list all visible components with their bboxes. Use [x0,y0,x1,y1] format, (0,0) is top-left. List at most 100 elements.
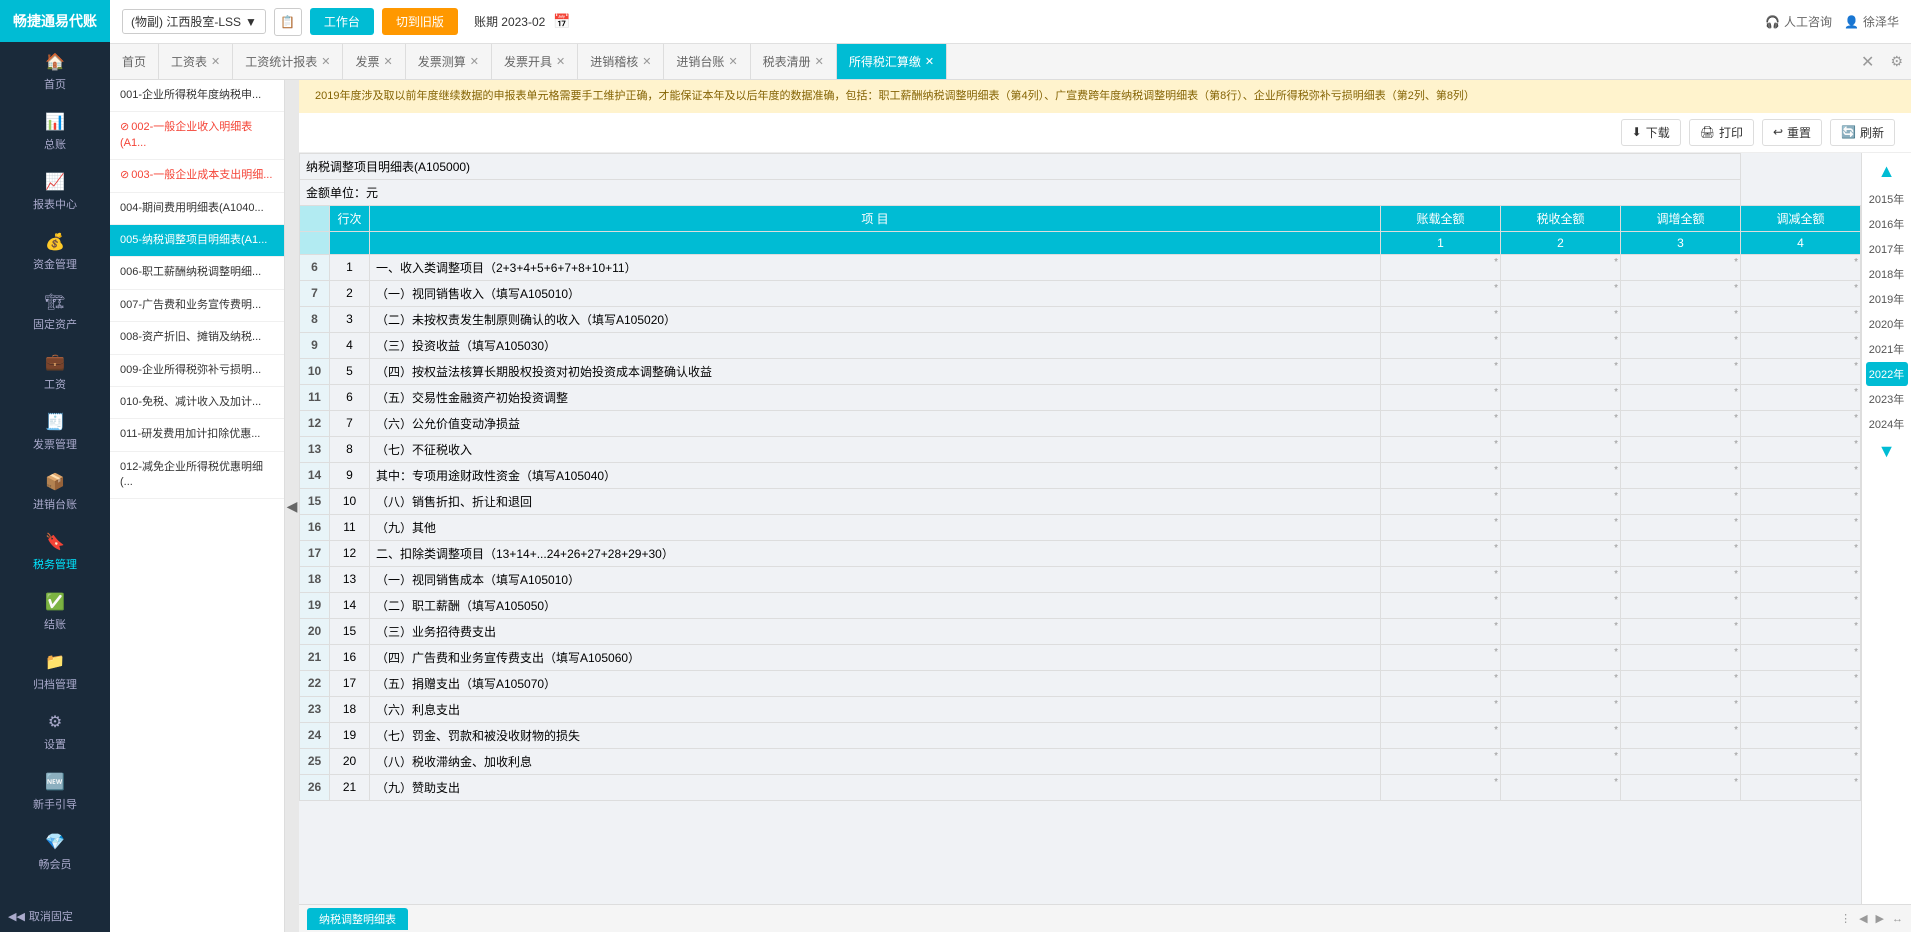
year-up[interactable]: ▲ [1874,157,1900,186]
refresh-button[interactable]: 🔄 刷新 [1830,119,1895,146]
row-col-e[interactable] [1621,774,1741,800]
tab-0[interactable]: 首页 [110,44,159,80]
row-col-d[interactable] [1501,540,1621,566]
row-col-d[interactable] [1501,748,1621,774]
row-col-c[interactable] [1381,722,1501,748]
row-col-c[interactable] [1381,514,1501,540]
tab-close-2[interactable]: ✕ [321,55,330,68]
row-col-e[interactable] [1621,436,1741,462]
row-item-name[interactable]: （八）税收滞纳金、加收利息 [370,748,1381,774]
row-item-name[interactable]: 二、扣除类调整项目（13+14+...24+26+27+28+29+30） [370,540,1381,566]
row-col-d[interactable] [1501,436,1621,462]
row-col-f[interactable] [1741,384,1861,410]
row-item-name[interactable]: （九）赞助支出 [370,774,1381,800]
sidebar-item-close[interactable]: ✅结账 [0,582,110,642]
row-item-name[interactable]: （二）未按权责发生制原则确认的收入（填写A105020） [370,306,1381,332]
collapse-handle[interactable]: ◀ [285,80,299,932]
year-2023年[interactable]: 2023年 [1866,387,1908,411]
row-col-c[interactable] [1381,488,1501,514]
row-col-d[interactable] [1501,410,1621,436]
row-item-name[interactable]: （三）投资收益（填写A105030） [370,332,1381,358]
row-col-e[interactable] [1621,722,1741,748]
row-col-f[interactable] [1741,514,1861,540]
row-col-f[interactable] [1741,696,1861,722]
tab-4[interactable]: 发票测算 ✕ [406,44,492,80]
row-col-f[interactable] [1741,358,1861,384]
sidebar-unpin[interactable]: ◀◀ 取消固定 [0,900,110,932]
row-col-c[interactable] [1381,670,1501,696]
year-2020年[interactable]: 2020年 [1866,312,1908,336]
row-col-f[interactable] [1741,566,1861,592]
row-item-name[interactable]: 其中：专项用途财政性资金（填写A105040） [370,462,1381,488]
row-col-e[interactable] [1621,670,1741,696]
row-col-d[interactable] [1501,644,1621,670]
row-item-name[interactable]: （一）视同销售收入（填写A105010） [370,280,1381,306]
row-col-c[interactable] [1381,410,1501,436]
row-col-c[interactable] [1381,540,1501,566]
row-item-name[interactable]: （五）交易性金融资产初始投资调整 [370,384,1381,410]
row-col-d[interactable] [1501,774,1621,800]
year-2015年[interactable]: 2015年 [1866,187,1908,211]
row-col-e[interactable] [1621,696,1741,722]
tab-close-1[interactable]: ✕ [211,55,220,68]
year-2019年[interactable]: 2019年 [1866,287,1908,311]
row-col-f[interactable] [1741,280,1861,306]
form-list-item-012[interactable]: 012-减免企业所得税优惠明细(... [110,452,284,500]
sidebar-item-purchase[interactable]: 📦进销台账 [0,462,110,522]
row-item-name[interactable]: （三）业务招待费支出 [370,618,1381,644]
sidebar-item-ledger[interactable]: 📊总账 [0,102,110,162]
sidebar-item-archive[interactable]: 📁归档管理 [0,642,110,702]
row-col-f[interactable] [1741,540,1861,566]
row-col-e[interactable] [1621,592,1741,618]
row-col-e[interactable] [1621,462,1741,488]
form-list-item-005[interactable]: 005-纳税调整项目明细表(A1... [110,225,284,257]
row-col-f[interactable] [1741,488,1861,514]
row-col-e[interactable] [1621,514,1741,540]
row-col-c[interactable] [1381,462,1501,488]
row-col-f[interactable] [1741,436,1861,462]
row-col-e[interactable] [1621,306,1741,332]
reset-button[interactable]: ↩ 重置 [1762,119,1822,146]
row-col-f[interactable] [1741,592,1861,618]
row-col-f[interactable] [1741,306,1861,332]
row-item-name[interactable]: （四）按权益法核算长期股权投资对初始投资成本调整确认收益 [370,358,1381,384]
year-2018年[interactable]: 2018年 [1866,262,1908,286]
oldver-button[interactable]: 切到旧版 [382,8,458,35]
sidebar-item-settings[interactable]: ⚙设置 [0,702,110,762]
tab-3[interactable]: 发票 ✕ [343,44,405,80]
row-col-d[interactable] [1501,592,1621,618]
sidebar-item-salary[interactable]: 💼工资 [0,342,110,402]
form-list-item-002[interactable]: ⊘002-一般企业收入明细表(A1... [110,112,284,160]
row-col-d[interactable] [1501,306,1621,332]
row-item-name[interactable]: （七）罚金、罚款和被没收财物的损失 [370,722,1381,748]
sidebar-item-home[interactable]: 🏠首页 [0,42,110,102]
year-2021年[interactable]: 2021年 [1866,337,1908,361]
row-col-d[interactable] [1501,384,1621,410]
row-col-e[interactable] [1621,748,1741,774]
row-col-c[interactable] [1381,358,1501,384]
form-list-item-011[interactable]: 011-研发费用加计扣除优惠... [110,419,284,451]
tab-close-7[interactable]: ✕ [728,55,737,68]
row-item-name[interactable]: （二）职工薪酬（填写A105050） [370,592,1381,618]
tab-close-8[interactable]: ✕ [815,55,824,68]
tabbar-settings[interactable]: ⚙ [1882,53,1911,70]
row-item-name[interactable]: （一）视同销售成本（填写A105010） [370,566,1381,592]
row-col-f[interactable] [1741,332,1861,358]
year-2017年[interactable]: 2017年 [1866,237,1908,261]
tab-2[interactable]: 工资统计报表 ✕ [233,44,343,80]
row-col-e[interactable] [1621,566,1741,592]
sidebar-item-finance[interactable]: 💰资金管理 [0,222,110,282]
row-col-d[interactable] [1501,280,1621,306]
row-col-d[interactable] [1501,566,1621,592]
row-item-name[interactable]: 一、收入类调整项目（2+3+4+5+6+7+8+10+11） [370,254,1381,280]
tab-8[interactable]: 税表清册 ✕ [751,44,837,80]
row-col-d[interactable] [1501,722,1621,748]
row-col-e[interactable] [1621,410,1741,436]
form-list-item-003[interactable]: ⊘003-一般企业成本支出明细... [110,160,284,192]
year-2016年[interactable]: 2016年 [1866,212,1908,236]
row-col-f[interactable] [1741,254,1861,280]
year-2022年[interactable]: 2022年 [1866,362,1908,386]
row-col-c[interactable] [1381,644,1501,670]
company-selector[interactable]: (物副) 江西股室-LSS ▼ [122,9,266,34]
row-col-e[interactable] [1621,384,1741,410]
